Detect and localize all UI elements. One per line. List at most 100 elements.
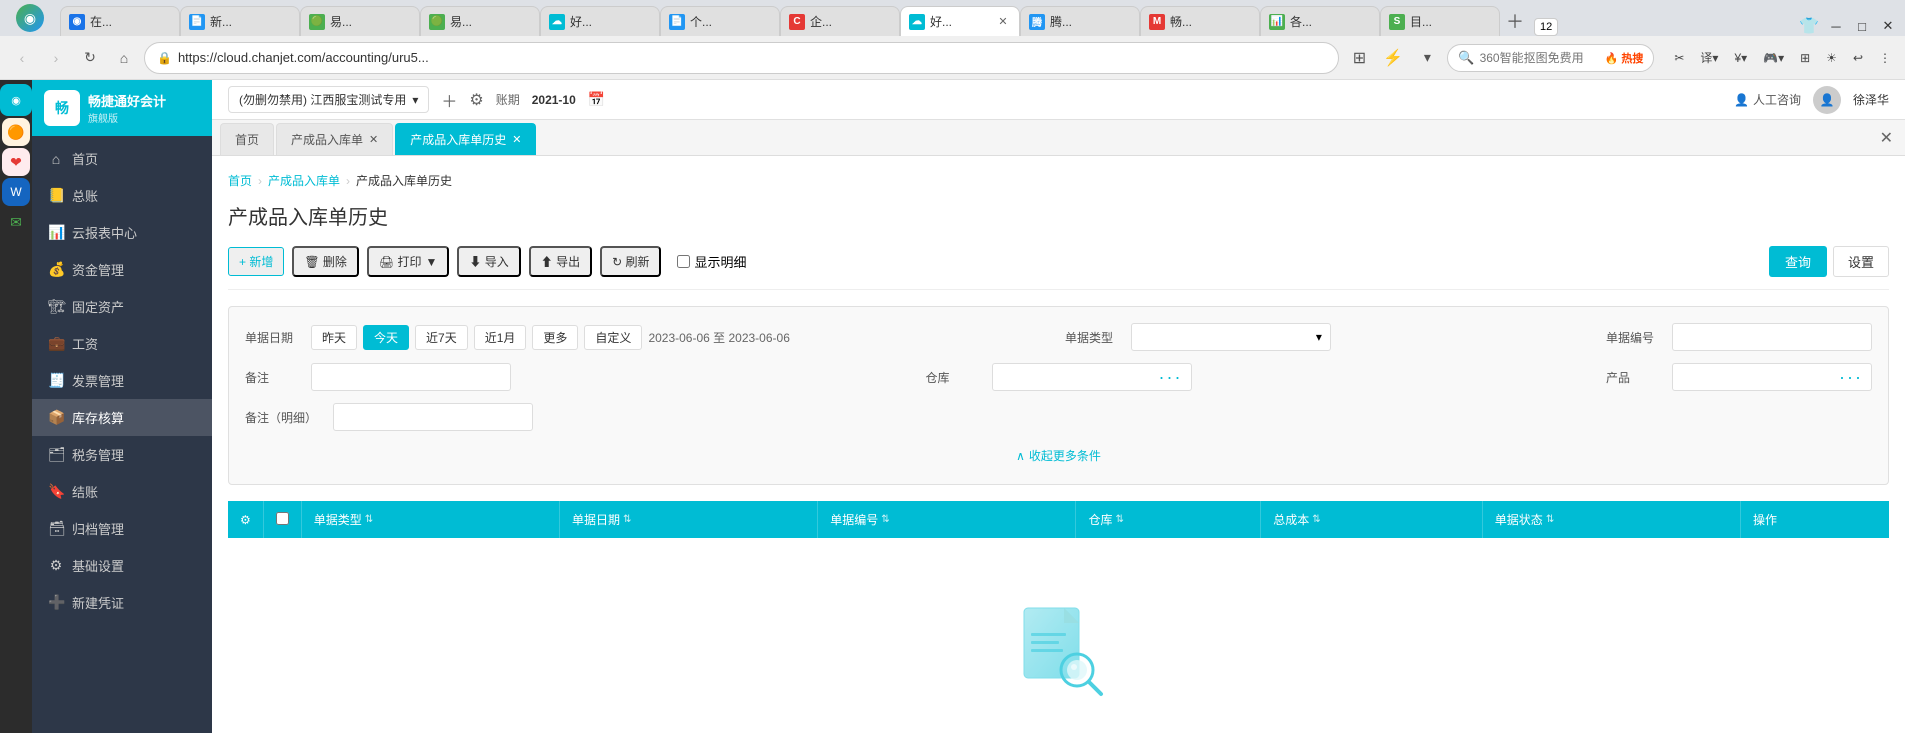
more-icon[interactable]: ⋮ [1873,48,1897,68]
extension-grid[interactable]: ⊞ [1345,44,1373,72]
sun-icon[interactable]: ☀ [1820,48,1843,68]
yuan-icon[interactable]: ¥▾ [1728,48,1753,68]
breadcrumb-home[interactable]: 首页 [228,172,252,189]
th-total-cost[interactable]: 总成本 ⇅ [1261,501,1483,538]
tab-5[interactable]: ☁ 好... [540,6,660,36]
collapse-button[interactable]: ∧ 收起更多条件 [245,443,1872,468]
chevron-down-icon[interactable]: ▾ [1413,44,1441,72]
icon-sidebar-item-4[interactable]: ✉ [2,208,30,236]
sidebar-item-newbill[interactable]: ➕ 新建凭证 [32,584,212,621]
breadcrumb-list[interactable]: 产成品入库单 [268,172,340,189]
tab-8-close[interactable]: ✕ [995,14,1011,30]
forward-button[interactable]: › [42,44,70,72]
company-settings-button[interactable]: ⚙ [469,90,483,110]
tab-counter[interactable]: 12 [1534,18,1558,36]
th-type[interactable]: 单据类型 ⇅ [301,501,559,538]
grid-icon[interactable]: ⊞ [1794,48,1816,68]
th-number[interactable]: 单据编号 ⇅ [818,501,1076,538]
remark-detail-input[interactable] [333,403,533,431]
undo-icon[interactable]: ↩ [1847,48,1869,68]
page-tab-history-close[interactable]: ✕ [512,133,521,146]
type-select[interactable]: ▾ [1131,323,1331,351]
sidebar-item-finance[interactable]: 💰 资金管理 [32,251,212,288]
add-company-button[interactable]: ＋ [441,88,457,112]
search-box[interactable]: 🔍 🔥 热搜 [1447,44,1654,72]
number-input[interactable] [1672,323,1872,351]
th-gear[interactable]: ⚙ [228,501,263,538]
th-date[interactable]: 单据日期 ⇅ [560,501,818,538]
tab-1[interactable]: ◉ 在... [60,6,180,36]
url-bar[interactable]: 🔒 https://cloud.chanjet.com/accounting/u… [144,42,1339,74]
import-button[interactable]: ⬇ 导入 [457,246,520,277]
gear-settings-icon[interactable]: ⚙ [240,513,251,527]
th-status[interactable]: 单据状态 ⇅ [1482,501,1740,538]
sidebar-item-report[interactable]: 📊 云报表中心 [32,214,212,251]
date-btn-1month[interactable]: 近1月 [474,325,527,350]
scissors-icon[interactable]: ✂ [1668,48,1690,68]
lightning-icon[interactable]: ⚡ [1379,44,1407,72]
sidebar-item-payroll[interactable]: 💼 工资 [32,325,212,362]
tab-11[interactable]: 📊 各... [1260,6,1380,36]
tab-2[interactable]: 📄 新... [180,6,300,36]
translate-icon[interactable]: 译▾ [1694,46,1724,69]
tab-4[interactable]: 🟢 易... [420,6,540,36]
page-tab-history[interactable]: 产成品入库单历史 ✕ [395,123,536,155]
export-button[interactable]: ⬆ 导出 [529,246,592,277]
refresh-button[interactable]: ↻ [76,44,104,72]
remark-input[interactable] [311,363,511,391]
tab-8[interactable]: ☁ 好... ✕ [900,6,1020,36]
calendar-icon[interactable]: 📅 [588,91,605,108]
close-button[interactable]: ✕ [1879,17,1897,35]
sidebar-item-archive[interactable]: 🗃 归档管理 [32,510,212,547]
tab-3[interactable]: 🟢 易... [300,6,420,36]
search-input[interactable] [1480,51,1600,65]
display-detail-checkbox[interactable] [677,255,690,268]
back-button[interactable]: ‹ [8,44,36,72]
settings-button[interactable]: 设置 [1833,246,1889,277]
sidebar-item-inventory[interactable]: 📦 库存核算 [32,399,212,436]
tab-6[interactable]: 📄 个... [660,6,780,36]
sidebar-item-invoice[interactable]: 🧾 发票管理 [32,362,212,399]
select-all-checkbox[interactable] [276,512,289,525]
add-button[interactable]: + 新增 [228,247,284,276]
icon-sidebar-item-1[interactable]: 🟠 [2,118,30,146]
refresh-button[interactable]: ↻ 刷新 [600,246,661,277]
sidebar-item-tax[interactable]: 🗂 税务管理 [32,436,212,473]
th-checkbox[interactable] [263,501,301,538]
page-tab-list-close[interactable]: ✕ [369,133,378,146]
sidebar-item-home[interactable]: ⌂ 首页 [32,140,212,177]
ai-consultant-button[interactable]: 👤 人工咨询 [1734,91,1801,108]
game-icon[interactable]: 🎮▾ [1757,48,1790,68]
sidebar-item-settlement[interactable]: 🔖 结账 [32,473,212,510]
home-button[interactable]: ⌂ [110,44,138,72]
minimize-button[interactable]: － [1827,17,1845,35]
new-tab-button[interactable]: ＋ [1500,6,1530,36]
page-tab-list[interactable]: 产成品入库单 ✕ [276,123,393,155]
sidebar-item-settings[interactable]: ⚙ 基础设置 [32,547,212,584]
date-btn-custom[interactable]: 自定义 [584,325,642,350]
date-btn-yesterday[interactable]: 昨天 [311,325,357,350]
query-button[interactable]: 查询 [1769,246,1827,277]
sidebar-item-ledger[interactable]: 📒 总账 [32,177,212,214]
product-select[interactable]: ··· [1672,363,1872,391]
avatar[interactable]: 👤 [1813,86,1841,114]
close-panel-btn[interactable]: ✕ [1868,128,1905,148]
print-button[interactable]: 🖨 打印 ▼ [367,246,449,277]
browser-icon[interactable]: ◉ [16,4,44,32]
date-btn-more[interactable]: 更多 [532,325,578,350]
tab-7[interactable]: C 企... [780,6,900,36]
delete-button[interactable]: 🗑 删除 [292,246,359,277]
tab-10[interactable]: M 畅... [1140,6,1260,36]
company-selector[interactable]: (勿删勿禁用) 江西服宝测试专用 ▾ [228,86,429,113]
sidebar-item-fixed[interactable]: 🏗 固定资产 [32,288,212,325]
maximize-button[interactable]: □ [1853,17,1871,35]
icon-sidebar-home[interactable]: ◉ [0,84,32,116]
icon-sidebar-item-2[interactable]: ❤ [2,148,30,176]
th-warehouse[interactable]: 仓库 ⇅ [1076,501,1261,538]
date-btn-7days[interactable]: 近7天 [415,325,468,350]
date-btn-today[interactable]: 今天 [363,325,409,350]
icon-sidebar-item-3[interactable]: W [2,178,30,206]
page-tab-home[interactable]: 首页 [220,123,274,155]
tab-9[interactable]: 腾 腾... [1020,6,1140,36]
warehouse-select[interactable]: ··· [992,363,1192,391]
